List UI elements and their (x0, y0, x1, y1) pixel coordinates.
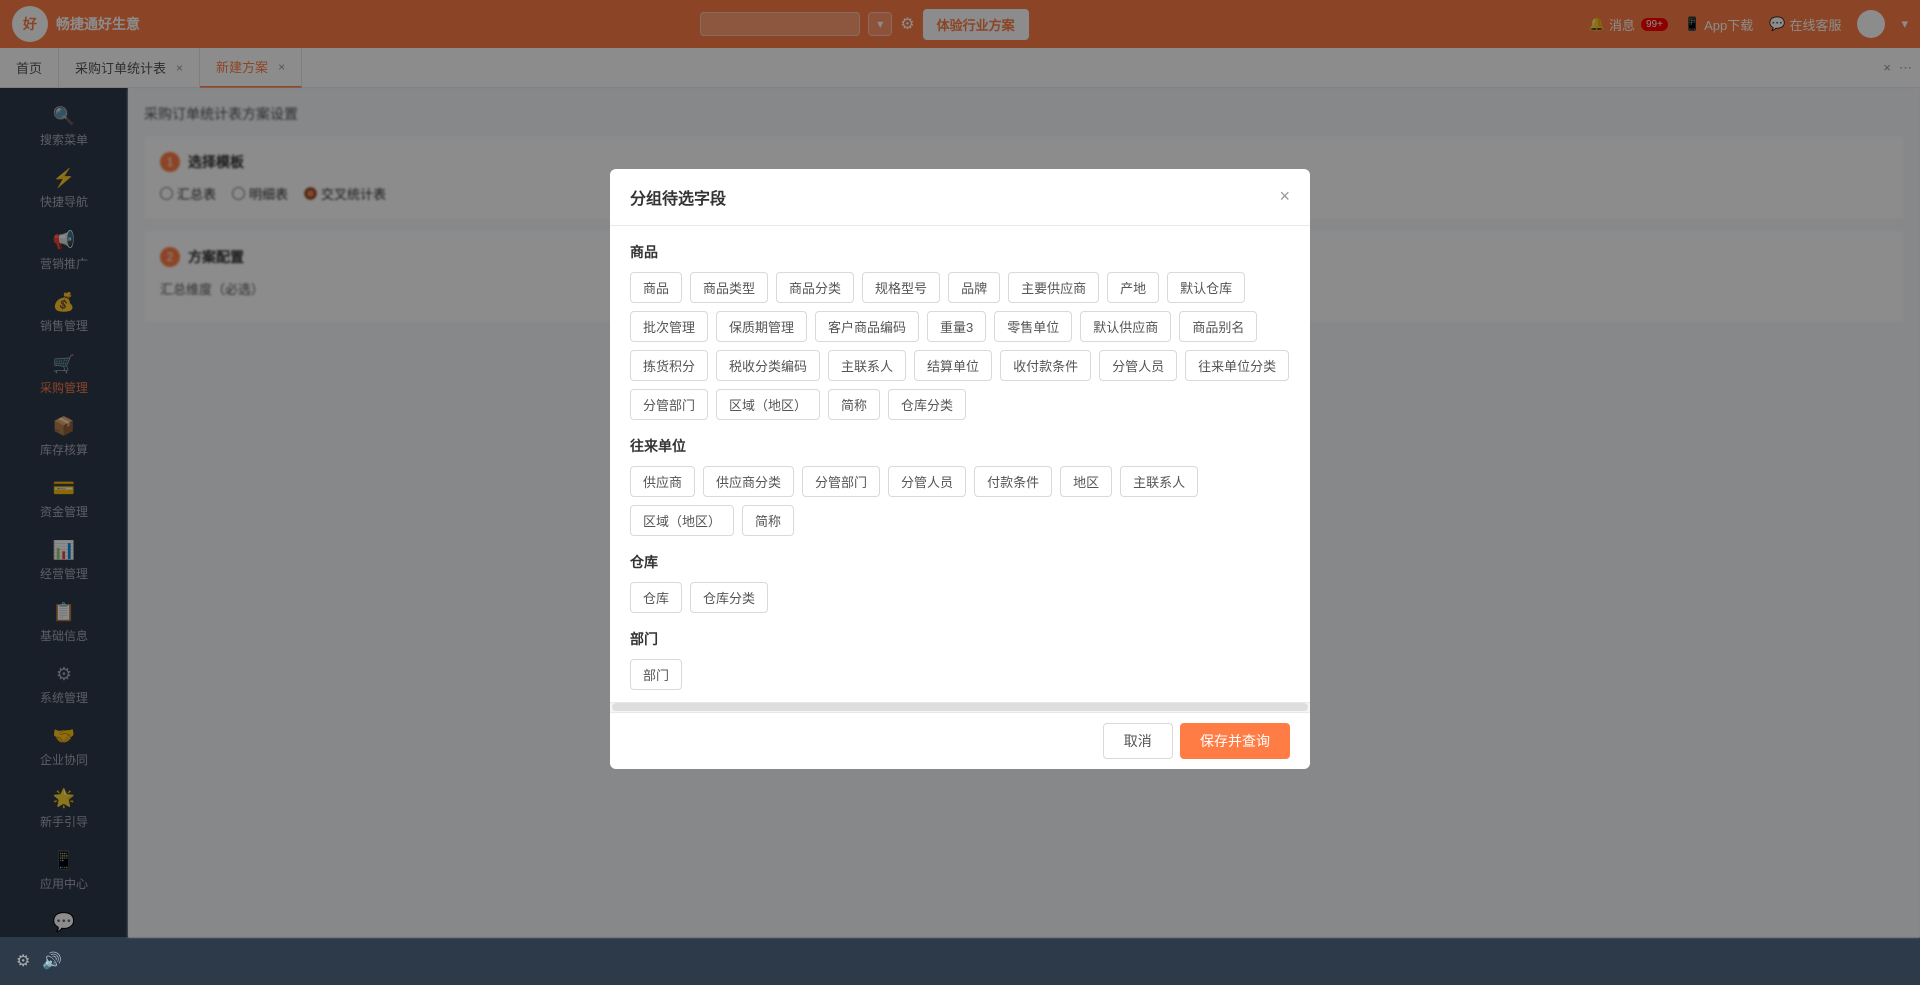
tag-brand[interactable]: 品牌 (948, 272, 1000, 303)
section-goods: 商品 商品 商品类型 商品分类 规格型号 品牌 主要供应商 产地 默认仓库 批次… (630, 242, 1290, 420)
tag-default-warehouse[interactable]: 默认仓库 (1167, 272, 1245, 303)
tag-supplier-category[interactable]: 供应商分类 (703, 466, 794, 497)
tag-region[interactable]: 区域（地区） (716, 389, 820, 420)
tag-party-person[interactable]: 分管人员 (888, 466, 966, 497)
tag-party-dept[interactable]: 分管部门 (802, 466, 880, 497)
tag-wh[interactable]: 仓库 (630, 582, 682, 613)
section-warehouse: 仓库 仓库 仓库分类 (630, 552, 1290, 613)
tag-goods[interactable]: 商品 (630, 272, 682, 303)
tag-party-area[interactable]: 地区 (1060, 466, 1112, 497)
bottom-bar: ⚙ 🔊 (0, 937, 1920, 985)
tag-payment-terms[interactable]: 收付款条件 (1000, 350, 1091, 381)
tag-short-name[interactable]: 简称 (828, 389, 880, 420)
tag-party-region[interactable]: 区域（地区） (630, 505, 734, 536)
tag-goods-category[interactable]: 商品分类 (776, 272, 854, 303)
dialog-overlay: 分组待选字段 × 商品 商品 商品类型 商品分类 规格型号 品牌 主要供应商 产… (0, 0, 1920, 937)
tag-party-contact[interactable]: 主联系人 (1120, 466, 1198, 497)
tag-supplier[interactable]: 供应商 (630, 466, 695, 497)
dialog-title: 分组待选字段 (630, 185, 726, 209)
tag-party-category[interactable]: 往来单位分类 (1185, 350, 1289, 381)
tag-retail-unit[interactable]: 零售单位 (994, 311, 1072, 342)
tag-warehouse-category[interactable]: 仓库分类 (888, 389, 966, 420)
tag-expiry-mgmt[interactable]: 保质期管理 (716, 311, 807, 342)
tag-goods-alias[interactable]: 商品别名 (1179, 311, 1257, 342)
save-view-button[interactable]: 保存并查询 (1180, 723, 1290, 759)
tag-weight3[interactable]: 重量3 (927, 311, 986, 342)
tag-responsible-person[interactable]: 分管人员 (1099, 350, 1177, 381)
cancel-button[interactable]: 取消 (1103, 723, 1173, 759)
tag-pick-points[interactable]: 拣货积分 (630, 350, 708, 381)
goods-tags: 商品 商品类型 商品分类 规格型号 品牌 主要供应商 产地 默认仓库 批次管理 … (630, 272, 1290, 420)
tag-main-contact[interactable]: 主联系人 (828, 350, 906, 381)
dialog-footer: 取消 保存并查询 (610, 712, 1310, 769)
section-dept-title: 部门 (630, 629, 1290, 649)
section-goods-title: 商品 (630, 242, 1290, 262)
dialog-header: 分组待选字段 × (610, 169, 1310, 226)
tag-batch-mgmt[interactable]: 批次管理 (630, 311, 708, 342)
party-tags: 供应商 供应商分类 分管部门 分管人员 付款条件 地区 主联系人 区域（地区） … (630, 466, 1290, 536)
warehouse-tags: 仓库 仓库分类 (630, 582, 1290, 613)
tag-party-payment[interactable]: 付款条件 (974, 466, 1052, 497)
bottom-settings-icon[interactable]: ⚙ (16, 951, 30, 971)
tag-goods-type[interactable]: 商品类型 (690, 272, 768, 303)
horizontal-scrollbar[interactable] (612, 703, 1308, 711)
tag-origin[interactable]: 产地 (1107, 272, 1159, 303)
tag-party-shortname[interactable]: 简称 (742, 505, 794, 536)
section-party: 往来单位 供应商 供应商分类 分管部门 分管人员 付款条件 地区 主联系人 区域… (630, 436, 1290, 536)
tag-spec-model[interactable]: 规格型号 (862, 272, 940, 303)
dept-tags: 部门 (630, 659, 1290, 690)
dialog-close-button[interactable]: × (1279, 186, 1290, 207)
section-warehouse-title: 仓库 (630, 552, 1290, 572)
bottom-audio-icon[interactable]: 🔊 (42, 951, 62, 971)
tag-default-supplier[interactable]: 默认供应商 (1080, 311, 1171, 342)
field-selector-dialog: 分组待选字段 × 商品 商品 商品类型 商品分类 规格型号 品牌 主要供应商 产… (610, 169, 1310, 769)
section-party-title: 往来单位 (630, 436, 1290, 456)
dialog-scrollbar-bottom (610, 702, 1310, 712)
section-dept: 部门 部门 (630, 629, 1290, 690)
tag-wh-cat[interactable]: 仓库分类 (690, 582, 768, 613)
tag-settlement-unit[interactable]: 结算单位 (914, 350, 992, 381)
tag-dept-only[interactable]: 部门 (630, 659, 682, 690)
dialog-body: 商品 商品 商品类型 商品分类 规格型号 品牌 主要供应商 产地 默认仓库 批次… (610, 226, 1310, 702)
tag-dept[interactable]: 分管部门 (630, 389, 708, 420)
tag-customer-code[interactable]: 客户商品编码 (815, 311, 919, 342)
tag-main-supplier[interactable]: 主要供应商 (1008, 272, 1099, 303)
tag-tax-code[interactable]: 税收分类编码 (716, 350, 820, 381)
